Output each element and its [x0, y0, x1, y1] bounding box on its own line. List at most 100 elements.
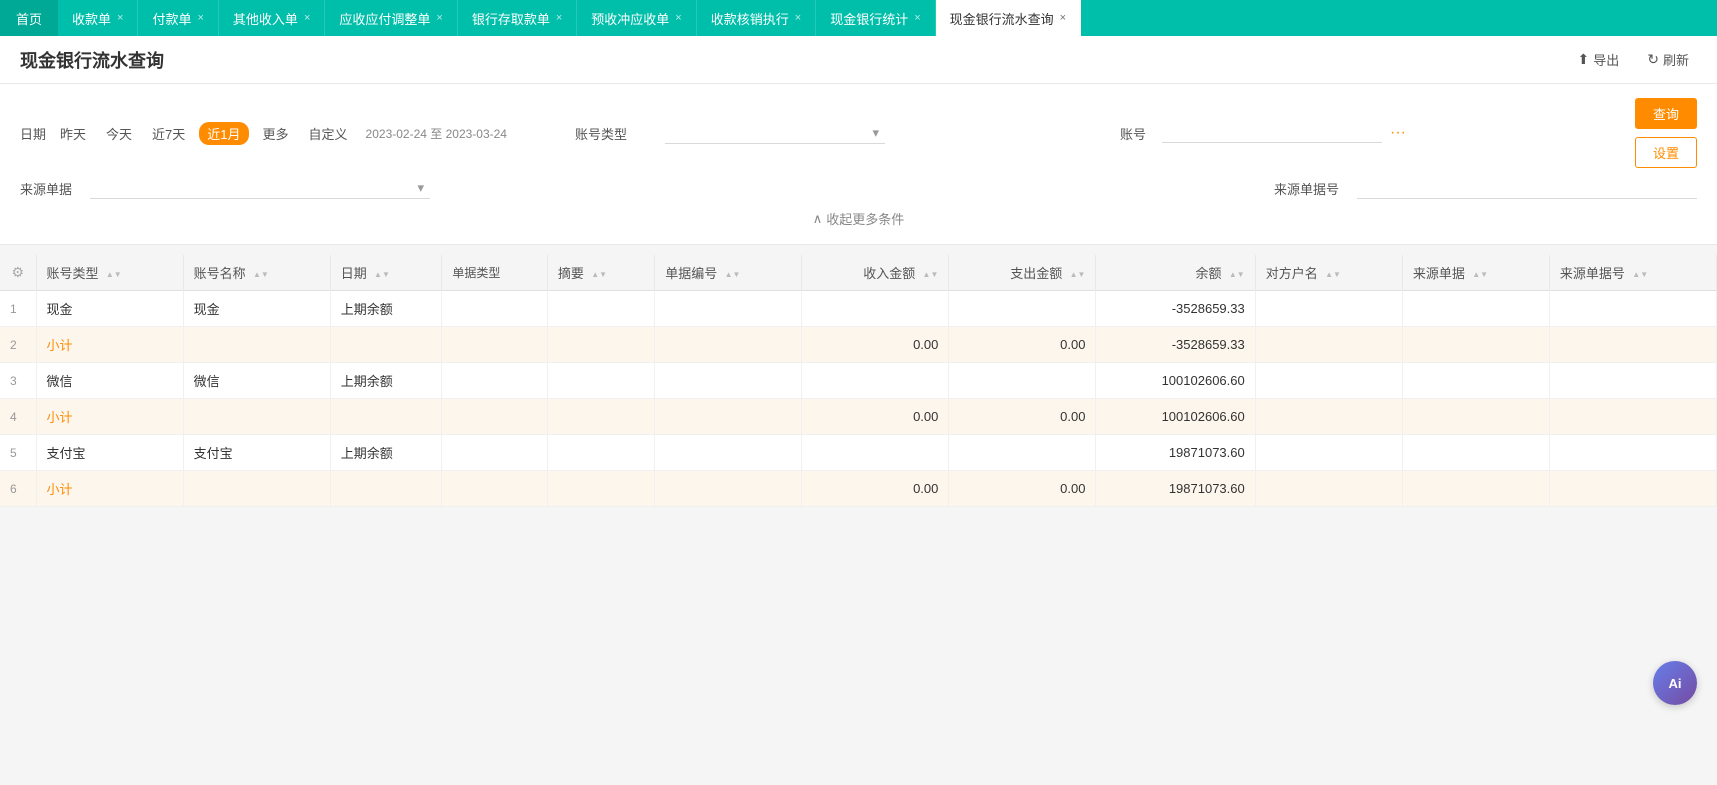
table-cell: 19871073.60: [1096, 435, 1255, 471]
nav-tab-5[interactable]: 预收冲应收单 ×: [577, 0, 696, 36]
nav-tab-8[interactable]: 现金银行流水查询 ×: [936, 0, 1081, 36]
more-options-icon[interactable]: ···: [1390, 124, 1406, 142]
table-cell: [802, 363, 949, 399]
ai-assistant-badge[interactable]: Ai: [1653, 661, 1697, 705]
date-btn-7days[interactable]: 近7天: [146, 122, 191, 145]
sort-icon-counterpart[interactable]: ▲▼: [1325, 271, 1341, 279]
table-cell: [1255, 471, 1402, 507]
refresh-button[interactable]: ↻ 刷新: [1639, 46, 1697, 73]
table-cell: [1402, 291, 1549, 327]
close-icon-4[interactable]: ×: [556, 12, 562, 24]
sort-icon-expense[interactable]: ▲▼: [1070, 271, 1086, 279]
nav-tab-1[interactable]: 付款单 ×: [138, 0, 218, 36]
filter-row-1: 日期 昨天 今天 近7天 近1月 更多 自定义 2023-02-24 至 202…: [20, 98, 1697, 168]
table-cell: [1402, 471, 1549, 507]
settings-button[interactable]: 设置: [1635, 137, 1697, 168]
nav-tab-4[interactable]: 银行存取款单 ×: [458, 0, 577, 36]
nav-tab-6[interactable]: 收款核销执行 ×: [697, 0, 816, 36]
close-icon-6[interactable]: ×: [795, 12, 801, 24]
data-table: ⚙ 账号类型 ▲▼ 账号名称 ▲▼ 日期 ▲▼ 单据类型 摘要 ▲▼: [0, 255, 1717, 507]
table-cell: -3528659.33: [1096, 327, 1255, 363]
query-button[interactable]: 查询: [1635, 98, 1697, 129]
close-icon-1[interactable]: ×: [197, 12, 203, 24]
nav-home[interactable]: 首页: [0, 0, 58, 36]
collapse-up-icon: ∧: [813, 211, 823, 227]
col-gear: ⚙: [0, 255, 36, 291]
table-body: 1现金现金上期余额-3528659.332小计0.000.00-3528659.…: [0, 291, 1717, 507]
nav-tab-7[interactable]: 现金银行统计 ×: [816, 0, 935, 36]
table-cell: 0.00: [802, 471, 949, 507]
table-cell: 0.00: [949, 399, 1096, 435]
table-cell: 4: [0, 399, 36, 435]
table-cell: 微信: [183, 363, 330, 399]
table-cell: [1255, 327, 1402, 363]
sort-icon-balance[interactable]: ▲▼: [1229, 271, 1245, 279]
table-cell: 现金: [183, 291, 330, 327]
account-input[interactable]: [1162, 123, 1382, 143]
account-type-select[interactable]: ▾: [665, 123, 885, 144]
sort-icon-account-name[interactable]: ▲▼: [253, 271, 269, 279]
table-cell: 上期余额: [330, 363, 442, 399]
gear-icon[interactable]: ⚙: [11, 264, 24, 280]
export-icon: ⬆: [1578, 51, 1590, 68]
table-cell: [1549, 435, 1716, 471]
col-account-name: 账号名称 ▲▼: [183, 255, 330, 291]
date-btn-custom[interactable]: 自定义: [303, 122, 354, 145]
close-icon-5[interactable]: ×: [675, 12, 681, 24]
nav-tab-2[interactable]: 其他收入单 ×: [219, 0, 325, 36]
sort-icon-summary[interactable]: ▲▼: [591, 271, 607, 279]
table-cell: 现金: [36, 291, 183, 327]
collapse-bar[interactable]: ∧ 收起更多条件: [20, 205, 1697, 230]
table-cell: [547, 291, 654, 327]
table-row: 5支付宝支付宝上期余额19871073.60: [0, 435, 1717, 471]
table-cell: 支付宝: [183, 435, 330, 471]
source-doc-select[interactable]: ▾: [90, 178, 430, 199]
table-cell: [442, 291, 548, 327]
col-balance: 余额 ▲▼: [1096, 255, 1255, 291]
close-icon-7[interactable]: ×: [914, 12, 920, 24]
chevron-down-icon: ▾: [872, 125, 879, 141]
filter-row-2: 来源单据 ▾ 来源单据号: [20, 178, 1697, 199]
sort-icon-source-doc[interactable]: ▲▼: [1472, 271, 1488, 279]
sort-icon-source-doc-no[interactable]: ▲▼: [1632, 271, 1648, 279]
date-btn-more[interactable]: 更多: [257, 122, 295, 145]
table-cell: [655, 471, 802, 507]
sort-icon-doc-no[interactable]: ▲▼: [725, 271, 741, 279]
col-source-doc-no: 来源单据号 ▲▼: [1549, 255, 1716, 291]
table-cell: [183, 327, 330, 363]
sort-icon-income[interactable]: ▲▼: [923, 271, 939, 279]
close-icon-0[interactable]: ×: [117, 12, 123, 24]
table-cell: 6: [0, 471, 36, 507]
sort-icon-account-type[interactable]: ▲▼: [106, 271, 122, 279]
table-cell: 上期余额: [330, 291, 442, 327]
export-button[interactable]: ⬆ 导出: [1570, 46, 1628, 73]
date-btn-yesterday[interactable]: 昨天: [54, 122, 92, 145]
source-doc-no-group: 来源单据号: [1274, 179, 1697, 199]
table-cell: 0.00: [802, 327, 949, 363]
export-label: 导出: [1593, 50, 1619, 69]
table-cell: 上期余额: [330, 435, 442, 471]
date-filter-group: 日期 昨天 今天 近7天 近1月 更多 自定义 2023-02-24 至 202…: [20, 122, 535, 145]
close-icon-3[interactable]: ×: [436, 12, 442, 24]
nav-tab-3[interactable]: 应收应付调整单 ×: [325, 0, 457, 36]
col-doc-type: 单据类型: [442, 255, 548, 291]
account-label: 账号: [1120, 124, 1146, 143]
top-nav: 首页 收款单 × 付款单 × 其他收入单 × 应收应付调整单 × 银行存取款单 …: [0, 0, 1717, 36]
close-icon-8[interactable]: ×: [1060, 12, 1066, 24]
nav-tab-0[interactable]: 收款单 ×: [58, 0, 138, 36]
date-label: 日期: [20, 124, 46, 143]
table-cell: [442, 363, 548, 399]
table-cell: 2: [0, 327, 36, 363]
date-shortcuts: 昨天 今天 近7天 近1月 更多 自定义 2023-02-24 至 2023-0…: [54, 122, 507, 145]
account-type-group: 账号类型 ▾: [575, 123, 1090, 144]
close-icon-2[interactable]: ×: [304, 12, 310, 24]
sort-icon-date[interactable]: ▲▼: [374, 271, 390, 279]
table-cell: [1549, 327, 1716, 363]
date-btn-today[interactable]: 今天: [100, 122, 138, 145]
account-type-label: 账号类型: [575, 124, 627, 143]
table-cell: [1549, 363, 1716, 399]
source-doc-no-input[interactable]: [1357, 179, 1697, 199]
date-btn-1month[interactable]: 近1月: [199, 122, 248, 145]
table-cell: 3: [0, 363, 36, 399]
table-cell: -3528659.33: [1096, 291, 1255, 327]
